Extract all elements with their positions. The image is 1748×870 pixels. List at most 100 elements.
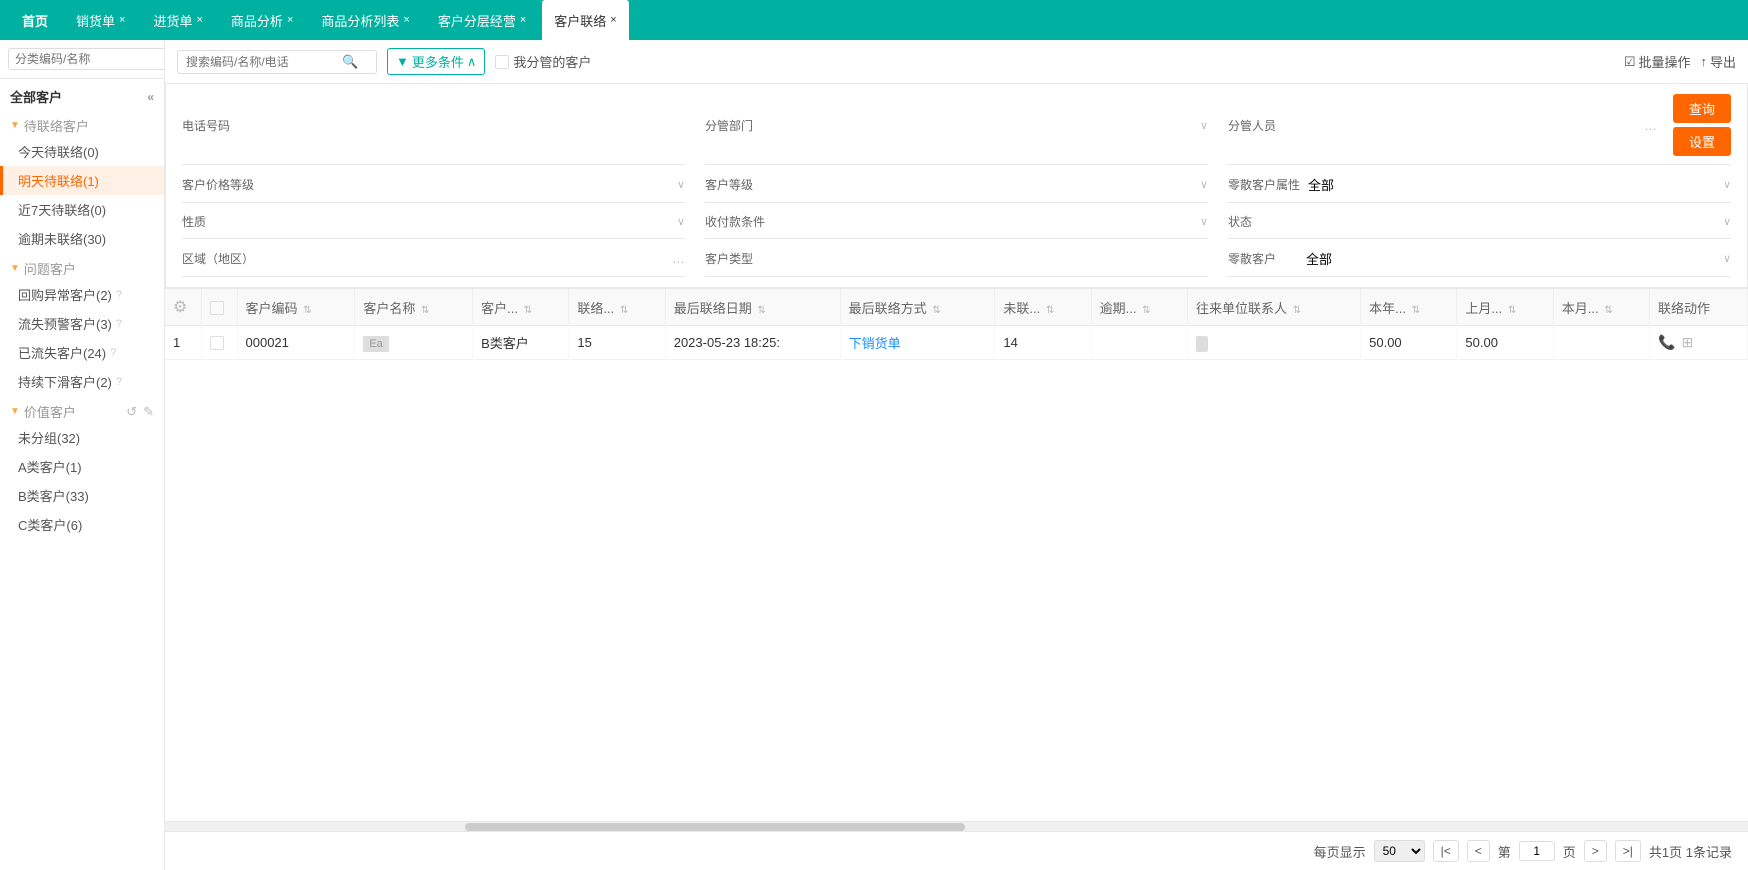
filter-more-btn[interactable]: ▼ 更多条件 ∧ [387, 48, 485, 75]
branch-person-dots[interactable]: … [1644, 118, 1657, 133]
sort-icon-uncontacted[interactable]: ⇅ [1046, 305, 1054, 316]
first-page-btn[interactable]: |< [1433, 840, 1459, 862]
filter-label-nature: 性质 [182, 213, 252, 230]
collapse-icon: « [147, 90, 154, 104]
my-customers-checkbox[interactable] [495, 55, 509, 69]
sort-icon-last-method[interactable]: ⇅ [932, 305, 940, 316]
filter-row-branch-person: 分管人员 … 查询 设置 [1228, 94, 1731, 165]
row-checkbox[interactable] [210, 336, 224, 350]
scrollbar-thumb[interactable] [465, 823, 965, 831]
group-title-value: ▼ 价值客户 ↺ ✎ [0, 396, 164, 423]
query-btn[interactable]: 查询 [1673, 94, 1731, 123]
cell-unit-contact [1187, 326, 1360, 360]
filter-row-customer-level: 客户等级 ∨ [705, 175, 1208, 203]
nav-close-0[interactable]: × [119, 14, 125, 26]
sidebar-item-ungrouped[interactable]: 未分组(32) [0, 423, 164, 452]
filter-my-customers[interactable]: 我分管的客户 [495, 52, 591, 71]
filter-input-region[interactable]: … [262, 251, 685, 266]
header-checkbox[interactable] [210, 301, 224, 315]
sidebar-item-overdue[interactable]: 逾期未联络(30) [0, 224, 164, 253]
sort-icon-overdue[interactable]: ⇅ [1142, 305, 1150, 316]
filter-input-price-level[interactable]: ∨ [262, 178, 685, 191]
col-last-month: 上月... ⇅ [1457, 289, 1553, 326]
batch-operation-btn[interactable]: ☑ 批量操作 [1624, 52, 1691, 71]
last-method-link[interactable]: 下销货单 [849, 336, 901, 351]
settings-gear-icon[interactable]: ⚙ [173, 299, 187, 316]
all-customers-header[interactable]: 全部客户 « [0, 79, 164, 110]
filter-input-payment[interactable]: ∨ [783, 215, 1208, 228]
export-btn[interactable]: ↑ 导出 [1700, 52, 1736, 71]
nav-close-5[interactable]: × [610, 14, 616, 26]
nav-tab-2[interactable]: 商品分析 × [219, 0, 305, 40]
sidebar-item-class-c[interactable]: C类客户(6) [0, 510, 164, 539]
sidebar-item-7days[interactable]: 近7天待联络(0) [0, 195, 164, 224]
action-phone-icon[interactable]: 📞 [1658, 334, 1675, 351]
filter-input-nature[interactable]: ∨ [260, 215, 685, 228]
sort-icon-this-year[interactable]: ⇅ [1412, 305, 1420, 316]
nav-close-4[interactable]: × [520, 14, 526, 26]
region-dots[interactable]: … [672, 251, 685, 266]
triangle-icon-3: ▼ [10, 406, 20, 417]
nav-close-3[interactable]: × [403, 14, 409, 26]
sort-icon-unit-contact[interactable]: ⇅ [1293, 305, 1301, 316]
col-settings: ⚙ [165, 289, 201, 326]
sidebar-item-today[interactable]: 今天待联络(0) [0, 137, 164, 166]
sort-icon-last-date[interactable]: ⇅ [757, 305, 765, 316]
cell-last-method: 下销货单 [840, 326, 995, 360]
next-page-btn[interactable]: > [1584, 840, 1607, 862]
filter-search-icon[interactable]: 🔍 [342, 54, 358, 70]
sidebar-item-declining[interactable]: 持续下滑客户(2) ? [0, 367, 164, 396]
filter-label-payment: 收付款条件 [705, 213, 775, 230]
filter-input-customer-level[interactable]: ∨ [783, 178, 1208, 191]
nature-chevron: ∨ [677, 215, 685, 228]
sidebar-item-tomorrow[interactable]: 明天待联络(1) [0, 166, 164, 195]
filter-search-wrap: 🔍 [177, 50, 377, 74]
sidebar-item-churned[interactable]: 已流失客户(24) ? [0, 338, 164, 367]
filter-input-branch-person[interactable]: … [1306, 118, 1657, 133]
nav-tab-0[interactable]: 销货单 × [64, 0, 137, 40]
group-title-pending: ▼ 待联络客户 [0, 110, 164, 137]
filter-input-retail-attr[interactable]: 全部 ∨ [1308, 175, 1731, 194]
col-last-date: 最后联络日期 ⇅ [665, 289, 840, 326]
reset-btn[interactable]: 设置 [1673, 127, 1731, 156]
action-grid-icon[interactable]: ⊞ [1681, 334, 1693, 351]
sort-icon-this-month[interactable]: ⇅ [1604, 305, 1612, 316]
value-edit-icon[interactable]: ✎ [143, 404, 154, 420]
sort-icon-code[interactable]: ⇅ [303, 305, 311, 316]
col-type: 客户... ⇅ [473, 289, 569, 326]
cell-action: 📞 ⊞ [1650, 326, 1748, 360]
sidebar-search-input[interactable] [8, 48, 165, 70]
nav-tab-4[interactable]: 客户分层经营 × [426, 0, 538, 40]
nav-close-1[interactable]: × [196, 14, 202, 26]
nav-close-2[interactable]: × [287, 14, 293, 26]
unit-contact-masked [1196, 336, 1208, 352]
col-this-month: 本月... ⇅ [1553, 289, 1649, 326]
prev-page-btn[interactable]: < [1467, 840, 1490, 862]
sidebar-item-class-b[interactable]: B类客户(33) [0, 481, 164, 510]
filter-input-branch-dept[interactable]: ∨ [783, 119, 1208, 132]
horizontal-scrollbar[interactable] [165, 821, 1748, 831]
value-refresh-icon[interactable]: ↺ [126, 404, 137, 420]
col-code: 客户编码 ⇅ [237, 289, 355, 326]
nav-tab-1[interactable]: 进货单 × [141, 0, 214, 40]
last-page-btn[interactable]: >| [1615, 840, 1641, 862]
sidebar-item-rebuy-abnormal[interactable]: 回购异常客户(2) ? [0, 280, 164, 309]
filter-input-status[interactable]: ∨ [1306, 215, 1731, 228]
sort-icon-name[interactable]: ⇅ [421, 305, 429, 316]
cell-checkbox [201, 326, 237, 360]
nav-home[interactable]: 首页 [10, 0, 60, 40]
page-input[interactable] [1519, 841, 1555, 861]
sort-icon-type[interactable]: ⇅ [524, 305, 532, 316]
content-area: 🔍 ▼ 更多条件 ∧ 我分管的客户 ☑ 批量操作 ↑ 导出 [165, 40, 1748, 870]
sort-icon-contact-count[interactable]: ⇅ [620, 305, 628, 316]
sidebar-item-class-a[interactable]: A类客户(1) [0, 452, 164, 481]
sort-icon-last-month[interactable]: ⇅ [1508, 305, 1516, 316]
filter-search-input[interactable] [186, 55, 336, 69]
nav-tab-3[interactable]: 商品分析列表 × [309, 0, 421, 40]
sidebar-item-churn-warning[interactable]: 流失预警客户(3) ? [0, 309, 164, 338]
nav-tab-5[interactable]: 客户联络 × [542, 0, 628, 40]
filter-input-retail-customer[interactable]: 全部 ∨ [1306, 249, 1731, 268]
triangle-icon-2: ▼ [10, 263, 20, 274]
help-icon-4: ? [116, 376, 122, 388]
per-page-select[interactable]: 50 100 200 [1374, 840, 1425, 862]
